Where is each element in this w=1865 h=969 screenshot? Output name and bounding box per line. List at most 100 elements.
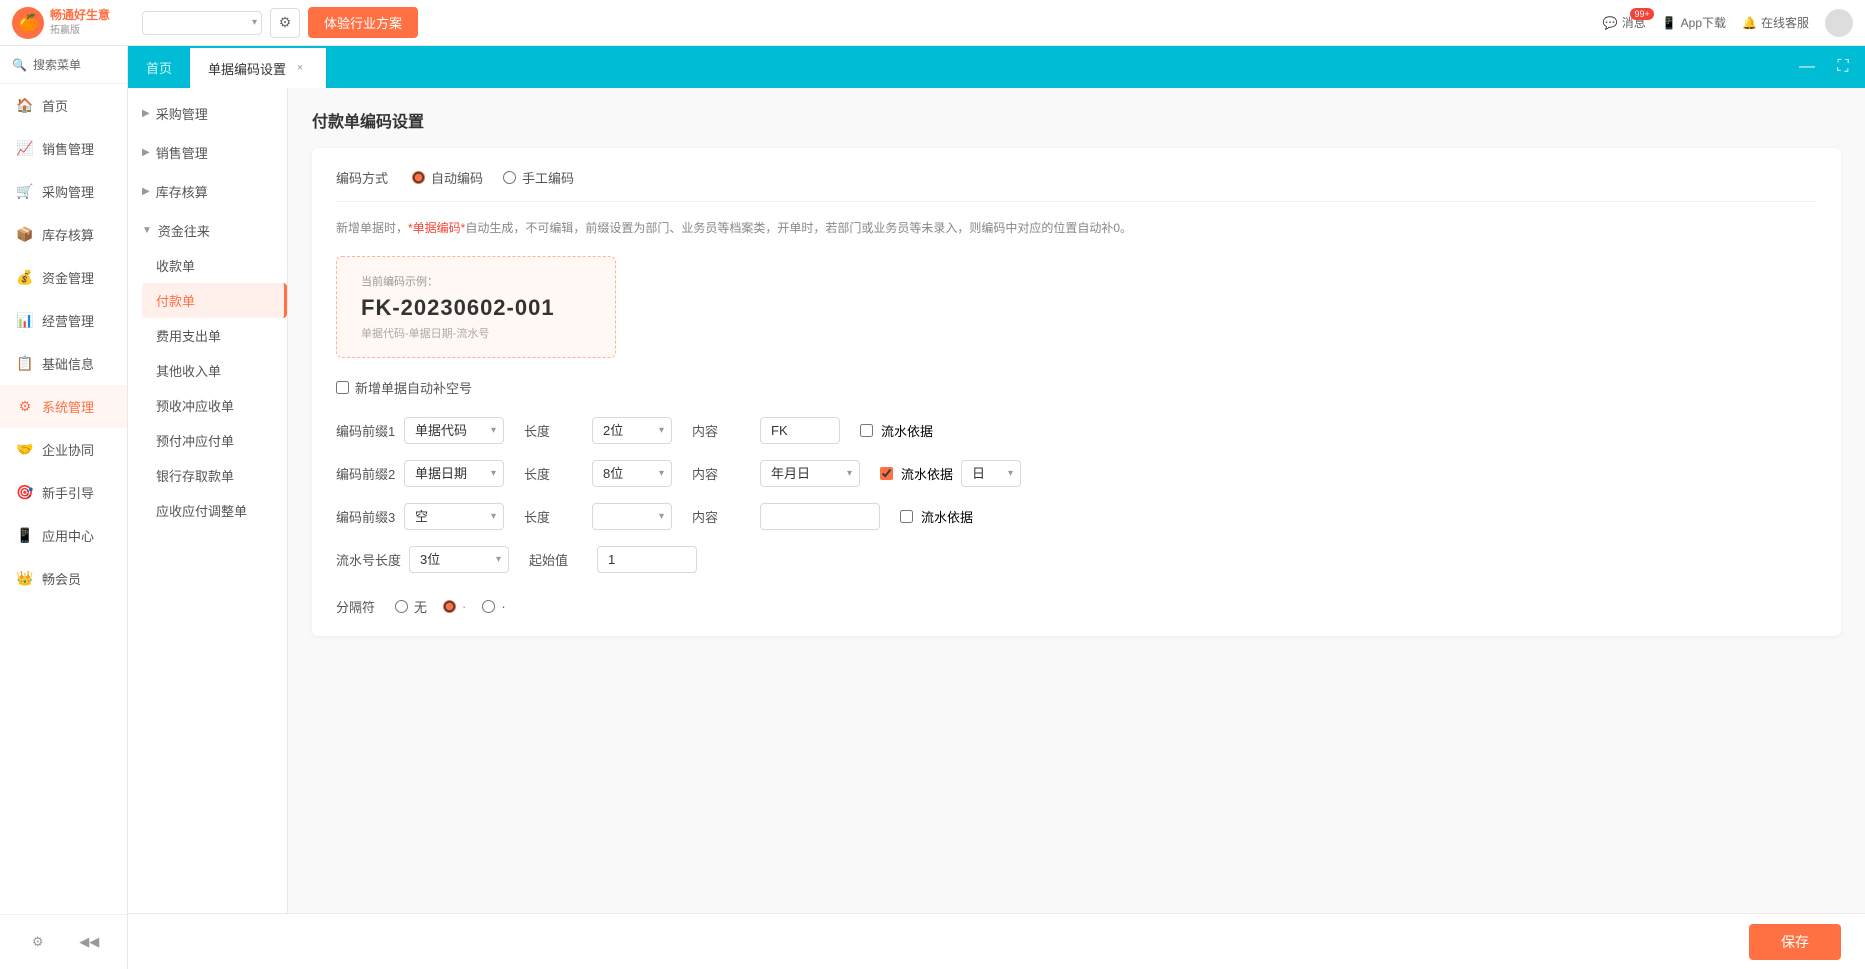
content2-select[interactable]: 年月日	[760, 460, 860, 487]
sidebar-item-inventory[interactable]: 📦 库存核算	[0, 213, 127, 256]
sample-desc: 单据代码-单据日期-流水号	[361, 325, 591, 341]
app-download-item[interactable]: 📱 App下载	[1662, 14, 1726, 31]
sidebar-item-finance[interactable]: 💰 资金管理	[0, 256, 127, 299]
sub-item-bank[interactable]: 银行存取款单	[142, 458, 287, 493]
sub-group-inventory-header[interactable]: ▶ 库存核算	[128, 174, 287, 209]
field-serial3: 流水依据	[900, 507, 973, 526]
sub-item-payment[interactable]: 付款单	[142, 283, 287, 318]
sep-none-option[interactable]: 无	[395, 597, 427, 616]
sidebar-item-purchase[interactable]: 🛒 采购管理	[0, 170, 127, 213]
sidebar-item-member[interactable]: 👑 畅会员	[0, 557, 127, 600]
guide-icon: 🎯	[16, 484, 34, 502]
start-value-input[interactable]	[597, 546, 697, 573]
sidebar-item-operation[interactable]: 📊 经营管理	[0, 299, 127, 342]
sub-group-purchase-header[interactable]: ▶ 采购管理	[128, 96, 287, 131]
sub-item-adjust[interactable]: 应收应付调整单	[142, 493, 287, 528]
serial2-unit-select[interactable]: 日	[961, 460, 1021, 487]
message-item[interactable]: 💬 消息 99+	[1603, 14, 1646, 31]
user-avatar[interactable]	[1825, 9, 1853, 37]
content3-input[interactable]	[760, 503, 880, 530]
sidebar-item-system[interactable]: ⚙ 系统管理	[0, 385, 127, 428]
serial-length-select[interactable]: 3位	[409, 546, 509, 573]
radio-manual[interactable]: 手工编码	[503, 168, 574, 187]
operation-icon: 📊	[16, 312, 34, 330]
length3-select[interactable]	[592, 503, 672, 530]
sep-none-label: 无	[414, 597, 427, 616]
tab-expand-btn[interactable]: ⛶	[1829, 53, 1857, 81]
tab-home[interactable]: 首页	[128, 46, 190, 88]
sub-group-inventory: ▶ 库存核算	[128, 174, 287, 209]
radio-manual-input[interactable]	[503, 171, 516, 184]
radio-manual-label: 手工编码	[522, 168, 574, 187]
sidebar-label-member: 畅会员	[42, 569, 81, 588]
breadcrumb-input[interactable]	[142, 11, 262, 35]
serial3-checkbox[interactable]	[900, 510, 913, 523]
header-center: ⚙ 体验行业方案	[142, 7, 1593, 38]
content1-input[interactable]	[760, 417, 840, 444]
sub-group-capital-items: 收款单 付款单 费用支出单 其他收入单 预收冲应收单 预付冲应付单 银行存取款单…	[128, 248, 287, 528]
tab-bar-actions: — ⛶	[1793, 53, 1865, 81]
content-area: 首页 单据编码设置 × — ⛶ ▶ 采购管理	[128, 46, 1865, 969]
field-length3: 长度	[524, 503, 672, 530]
inventory-icon: 📦	[16, 226, 34, 244]
sidebar-item-base[interactable]: 📋 基础信息	[0, 342, 127, 385]
tab-close-icon[interactable]: ×	[292, 60, 308, 76]
sub-item-receipt[interactable]: 收款单	[142, 248, 287, 283]
serial2-checkbox[interactable]	[880, 467, 893, 480]
sidebar-item-home[interactable]: 🏠 首页	[0, 84, 127, 127]
app-download-label: App下载	[1681, 14, 1726, 31]
auto-fill-checkbox[interactable]	[336, 381, 349, 394]
sep-none-radio[interactable]	[395, 600, 408, 613]
search-icon: 🔍	[12, 58, 27, 72]
page-title: 付款单编码设置	[312, 108, 1841, 132]
sub-item-expense[interactable]: 费用支出单	[142, 318, 287, 353]
serial1-checkbox[interactable]	[860, 424, 873, 437]
sub-group-inventory-label: 库存核算	[156, 182, 208, 201]
field-length2: 长度 8位	[524, 460, 672, 487]
sep-dot-option[interactable]: ·	[482, 599, 505, 614]
sidebar-label-collab: 企业协同	[42, 440, 94, 459]
radio-auto-input[interactable]	[412, 171, 425, 184]
sub-group-purchase-label: 采购管理	[156, 104, 208, 123]
trial-button[interactable]: 体验行业方案	[308, 7, 418, 38]
radio-auto[interactable]: 自动编码	[412, 168, 483, 187]
serial2-unit-wrapper: 日	[961, 460, 1021, 487]
sidebar-label-guide: 新手引导	[42, 483, 94, 502]
field-serial1: 流水依据	[860, 421, 933, 440]
prefix3-select[interactable]: 空	[404, 503, 504, 530]
sidebar-item-apps[interactable]: 📱 应用中心	[0, 514, 127, 557]
sub-group-sales-header[interactable]: ▶ 销售管理	[128, 135, 287, 170]
sidebar-search[interactable]: 🔍 搜索菜单	[0, 46, 127, 84]
prefix2-select[interactable]: 单据日期	[404, 460, 504, 487]
sidebar-item-guide[interactable]: 🎯 新手引导	[0, 471, 127, 514]
form-row-4: 流水号长度 3位 起始值	[336, 546, 1817, 573]
online-service-item[interactable]: 🔔 在线客服	[1742, 14, 1809, 31]
sep-dash-radio[interactable]	[443, 600, 456, 613]
gear-button[interactable]: ⚙	[270, 8, 300, 38]
sub-item-pre-pay[interactable]: 预付冲应付单	[142, 423, 287, 458]
sidebar-label-apps: 应用中心	[42, 526, 94, 545]
sub-group-capital-header[interactable]: ▼ 资金往来	[128, 213, 287, 248]
settings-bottom-btn[interactable]: ⚙	[23, 927, 53, 957]
tab-minimize-btn[interactable]: —	[1793, 53, 1821, 81]
sub-item-income[interactable]: 其他收入单	[142, 353, 287, 388]
sep-dash-option[interactable]: ·	[443, 599, 466, 614]
sep-dot-radio[interactable]	[482, 600, 495, 613]
tab-encode-settings[interactable]: 单据编码设置 ×	[190, 46, 326, 88]
length2-label: 长度	[524, 464, 584, 483]
length2-select[interactable]: 8位	[592, 460, 672, 487]
prefix1-select[interactable]: 单据代码	[404, 417, 504, 444]
chevron-inventory: ▶	[142, 186, 150, 197]
content1-label: 内容	[692, 421, 752, 440]
length1-select[interactable]: 2位	[592, 417, 672, 444]
save-button[interactable]: 保存	[1749, 924, 1841, 960]
form-row-2: 编码前缀2 单据日期 长度	[336, 460, 1817, 487]
collapse-btn[interactable]: ◀◀	[74, 927, 104, 957]
tab-encode-label: 单据编码设置	[208, 59, 286, 78]
sidebar-item-collab[interactable]: 🤝 企业协同	[0, 428, 127, 471]
auto-fill-label[interactable]: 新增单据自动补空号	[355, 378, 472, 397]
sidebar-item-sales[interactable]: 📈 销售管理	[0, 127, 127, 170]
sidebar-label-inventory: 库存核算	[42, 225, 94, 244]
field-serial-length: 流水号长度 3位	[336, 546, 509, 573]
sub-item-pre-recv[interactable]: 预收冲应收单	[142, 388, 287, 423]
